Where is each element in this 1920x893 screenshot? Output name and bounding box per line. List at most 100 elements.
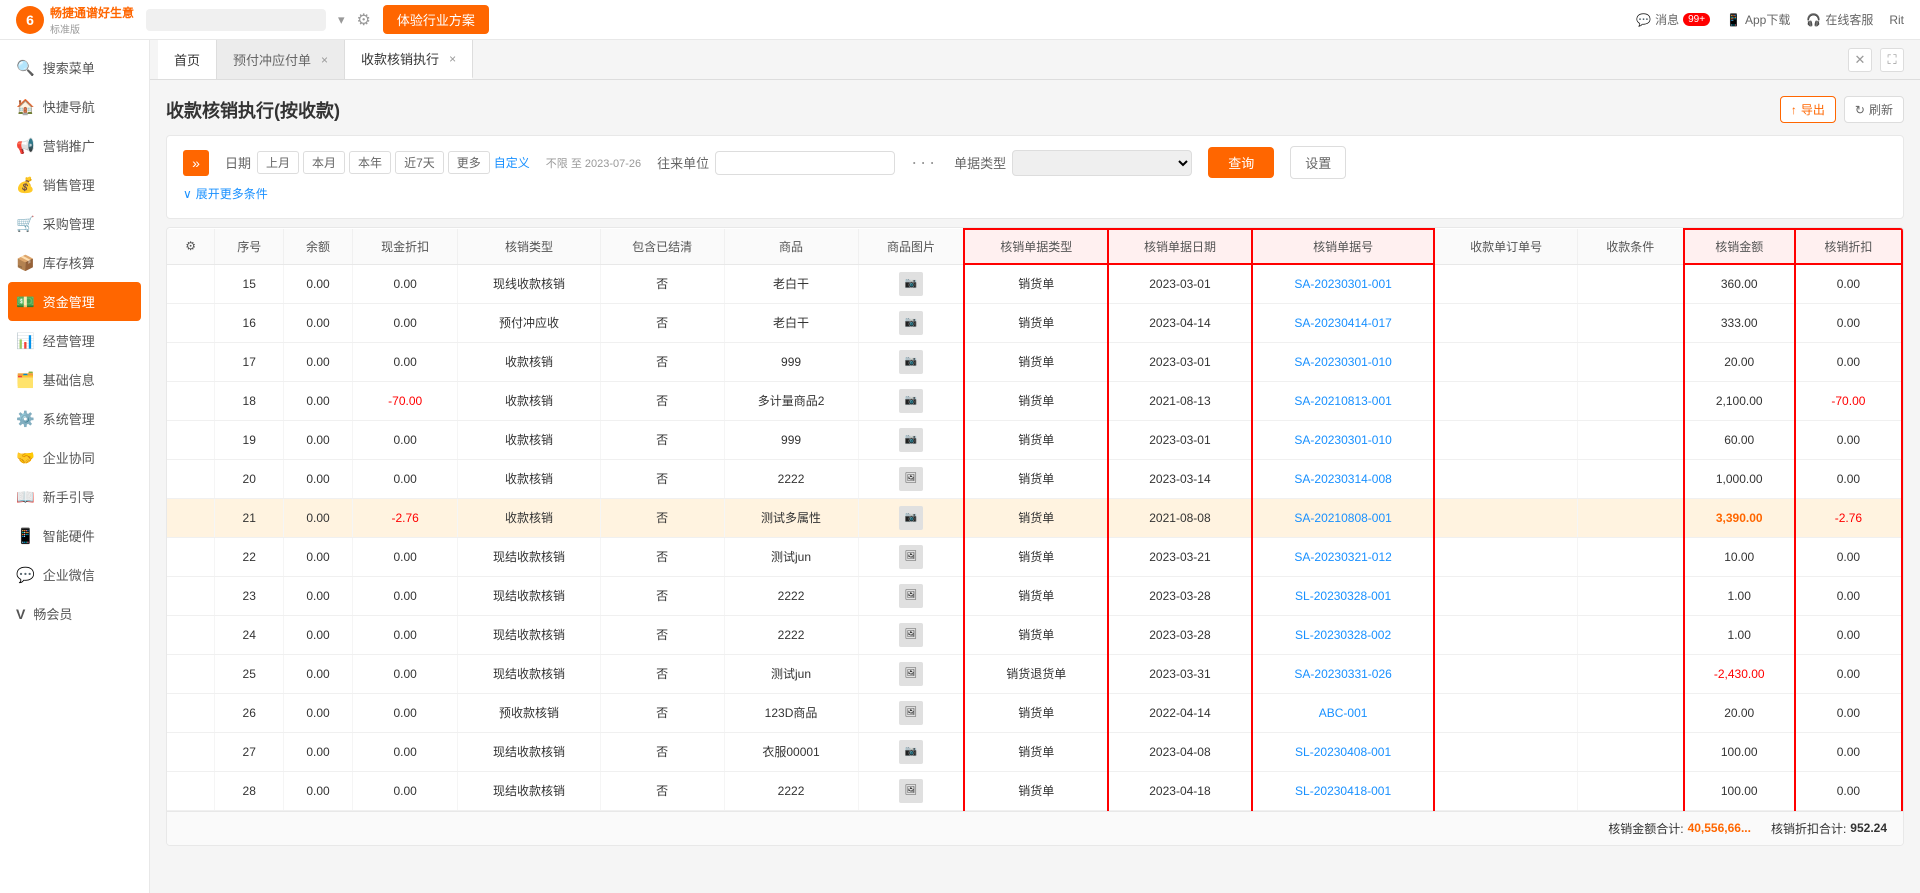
table-row: 24 0.00 0.00 现结收款核销 否 2222 🖼 销货单 2023-03… [167, 615, 1902, 654]
date-custom-link[interactable]: 自定义 [494, 154, 530, 171]
td-verify-discount: 0.00 [1795, 654, 1902, 693]
sidebar-item-shortcut[interactable]: 🏠 快捷导航 [0, 87, 149, 126]
td-goods-img: 🖼 [858, 459, 964, 498]
voucher-type-select[interactable] [1012, 150, 1192, 176]
date-btn-thisyear[interactable]: 本年 [349, 151, 391, 174]
sidebar-item-search[interactable]: 🔍 搜索菜单 [0, 48, 149, 87]
marketing-icon: 📢 [16, 137, 35, 155]
td-verify-bill-no[interactable]: SA-20230301-001 [1252, 264, 1435, 303]
td-verify-type: 现结收款核销 [458, 537, 600, 576]
td-goods-img: 🖼 [858, 693, 964, 732]
td-no: 23 [215, 576, 284, 615]
sidebar: 🔍 搜索菜单 🏠 快捷导航 📢 营销推广 💰 销售管理 🛒 采购管理 📦 库存核… [0, 40, 150, 893]
td-verify-bill-no[interactable]: SA-20230321-012 [1252, 537, 1435, 576]
refresh-button[interactable]: ↻ 刷新 [1844, 96, 1904, 123]
tab-receipt[interactable]: 收款核销执行 × [345, 40, 473, 79]
top-search-input[interactable] [146, 9, 326, 31]
corp-icon: 🤝 [16, 449, 35, 467]
sidebar-item-operation[interactable]: 📊 经营管理 [0, 321, 149, 360]
td-receipt-order-no [1434, 732, 1577, 771]
td-verify-bill-no[interactable]: SL-20230408-001 [1252, 732, 1435, 771]
filter-vouchertype-label: 单据类型 [954, 153, 1006, 172]
td-verify-bill-no[interactable]: ABC-001 [1252, 693, 1435, 732]
td-verify-amount: 60.00 [1684, 420, 1795, 459]
td-verify-bill-type: 销货退货单 [964, 654, 1108, 693]
td-verify-amount: 333.00 [1684, 303, 1795, 342]
tab-prepay[interactable]: 预付冲应付单 × [217, 40, 345, 79]
tab-receipt-close[interactable]: × [449, 52, 456, 66]
td-verify-discount: -70.00 [1795, 381, 1902, 420]
sidebar-item-inventory[interactable]: 📦 库存核算 [0, 243, 149, 282]
sidebar-label-search: 搜索菜单 [43, 58, 95, 77]
sidebar-item-guide[interactable]: 📖 新手引导 [0, 477, 149, 516]
td-verify-bill-no[interactable]: SA-20230414-017 [1252, 303, 1435, 342]
td-included-settled: 否 [600, 420, 724, 459]
sidebar-item-basic[interactable]: 🗂️ 基础信息 [0, 360, 149, 399]
sidebar-item-hardware[interactable]: 📱 智能硬件 [0, 516, 149, 555]
td-verify-bill-no[interactable]: SA-20210813-001 [1252, 381, 1435, 420]
counterpart-input[interactable] [715, 151, 895, 175]
tab-prepay-close[interactable]: × [321, 53, 328, 67]
page-content: 收款核销执行(按收款) ↑ 导出 ↻ 刷新 » 日期 [150, 80, 1920, 893]
td-verify-discount: 0.00 [1795, 342, 1902, 381]
sidebar-item-sales[interactable]: 💰 销售管理 [0, 165, 149, 204]
export-button[interactable]: ↑ 导出 [1780, 96, 1836, 123]
app-download-tool[interactable]: 📱 App下载 [1726, 11, 1790, 28]
td-balance: 0.00 [284, 693, 353, 732]
sidebar-item-finance[interactable]: 💵 资金管理 [8, 282, 141, 321]
solution-button[interactable]: 体验行业方案 [383, 5, 489, 34]
setting-button[interactable]: 设置 [1290, 146, 1346, 179]
td-verify-bill-no[interactable]: SA-20230301-010 [1252, 420, 1435, 459]
td-verify-type: 收款核销 [458, 459, 600, 498]
expand-more-button[interactable]: ∨ 展开更多条件 [183, 179, 1887, 208]
td-goods: 999 [724, 420, 858, 459]
bill-no-link: SA-20210808-001 [1294, 511, 1391, 525]
td-verify-bill-no[interactable]: SL-20230418-001 [1252, 771, 1435, 810]
th-verify-bill-no: 核销单据号 [1252, 229, 1435, 264]
table-row: 19 0.00 0.00 收款核销 否 999 📷 销货单 2023-03-01… [167, 420, 1902, 459]
td-verify-amount: 360.00 [1684, 264, 1795, 303]
close-window-button[interactable]: ✕ [1848, 48, 1872, 72]
date-btn-lastmonth[interactable]: 上月 [257, 151, 299, 174]
sidebar-item-purchase[interactable]: 🛒 采购管理 [0, 204, 149, 243]
query-button[interactable]: 查询 [1208, 147, 1274, 178]
td-verify-bill-type: 销货单 [964, 732, 1108, 771]
td-verify-bill-no[interactable]: SA-20210808-001 [1252, 498, 1435, 537]
td-verify-bill-no[interactable]: SA-20230314-008 [1252, 459, 1435, 498]
sidebar-item-corp[interactable]: 🤝 企业协同 [0, 438, 149, 477]
td-verify-bill-no[interactable]: SL-20230328-001 [1252, 576, 1435, 615]
th-settings[interactable]: ⚙ [167, 229, 215, 264]
user-info[interactable]: Rit [1889, 13, 1904, 27]
message-badge: 99+ [1683, 13, 1710, 26]
gear-icon[interactable]: ⚙ [357, 10, 371, 30]
td-verify-bill-date: 2023-03-28 [1108, 576, 1252, 615]
filter-toggle-button[interactable]: » [183, 150, 209, 176]
sidebar-item-marketing[interactable]: 📢 营销推广 [0, 126, 149, 165]
td-no: 19 [215, 420, 284, 459]
tab-home[interactable]: 首页 [158, 40, 217, 79]
td-verify-type: 收款核销 [458, 420, 600, 459]
th-goods-img: 商品图片 [858, 229, 964, 264]
td-verify-type: 收款核销 [458, 498, 600, 537]
date-btn-thismonth[interactable]: 本月 [303, 151, 345, 174]
total-amount-label: 核销金额合计: [1608, 820, 1683, 837]
td-goods-img: 🖼 [858, 654, 964, 693]
td-verify-bill-no[interactable]: SA-20230301-010 [1252, 342, 1435, 381]
td-verify-discount: 0.00 [1795, 264, 1902, 303]
td-balance: 0.00 [284, 303, 353, 342]
sidebar-item-member[interactable]: V 畅会员 [0, 594, 149, 633]
date-btn-7days[interactable]: 近7天 [395, 151, 444, 174]
message-tool[interactable]: 💬 消息 99+ [1636, 11, 1710, 28]
service-tool[interactable]: 🎧 在线客服 [1806, 11, 1873, 28]
td-verify-bill-no[interactable]: SL-20230328-002 [1252, 615, 1435, 654]
expand-window-button[interactable]: ⛶ [1880, 48, 1904, 72]
td-verify-bill-type: 销货单 [964, 264, 1108, 303]
td-verify-bill-no[interactable]: SA-20230331-026 [1252, 654, 1435, 693]
sidebar-item-system[interactable]: ⚙️ 系统管理 [0, 399, 149, 438]
page-actions: ↑ 导出 ↻ 刷新 [1780, 96, 1904, 123]
td-verify-bill-type: 销货单 [964, 342, 1108, 381]
td-balance: 0.00 [284, 654, 353, 693]
sidebar-item-wechat[interactable]: 💬 企业微信 [0, 555, 149, 594]
td-no: 22 [215, 537, 284, 576]
date-btn-more[interactable]: 更多 [448, 151, 490, 174]
